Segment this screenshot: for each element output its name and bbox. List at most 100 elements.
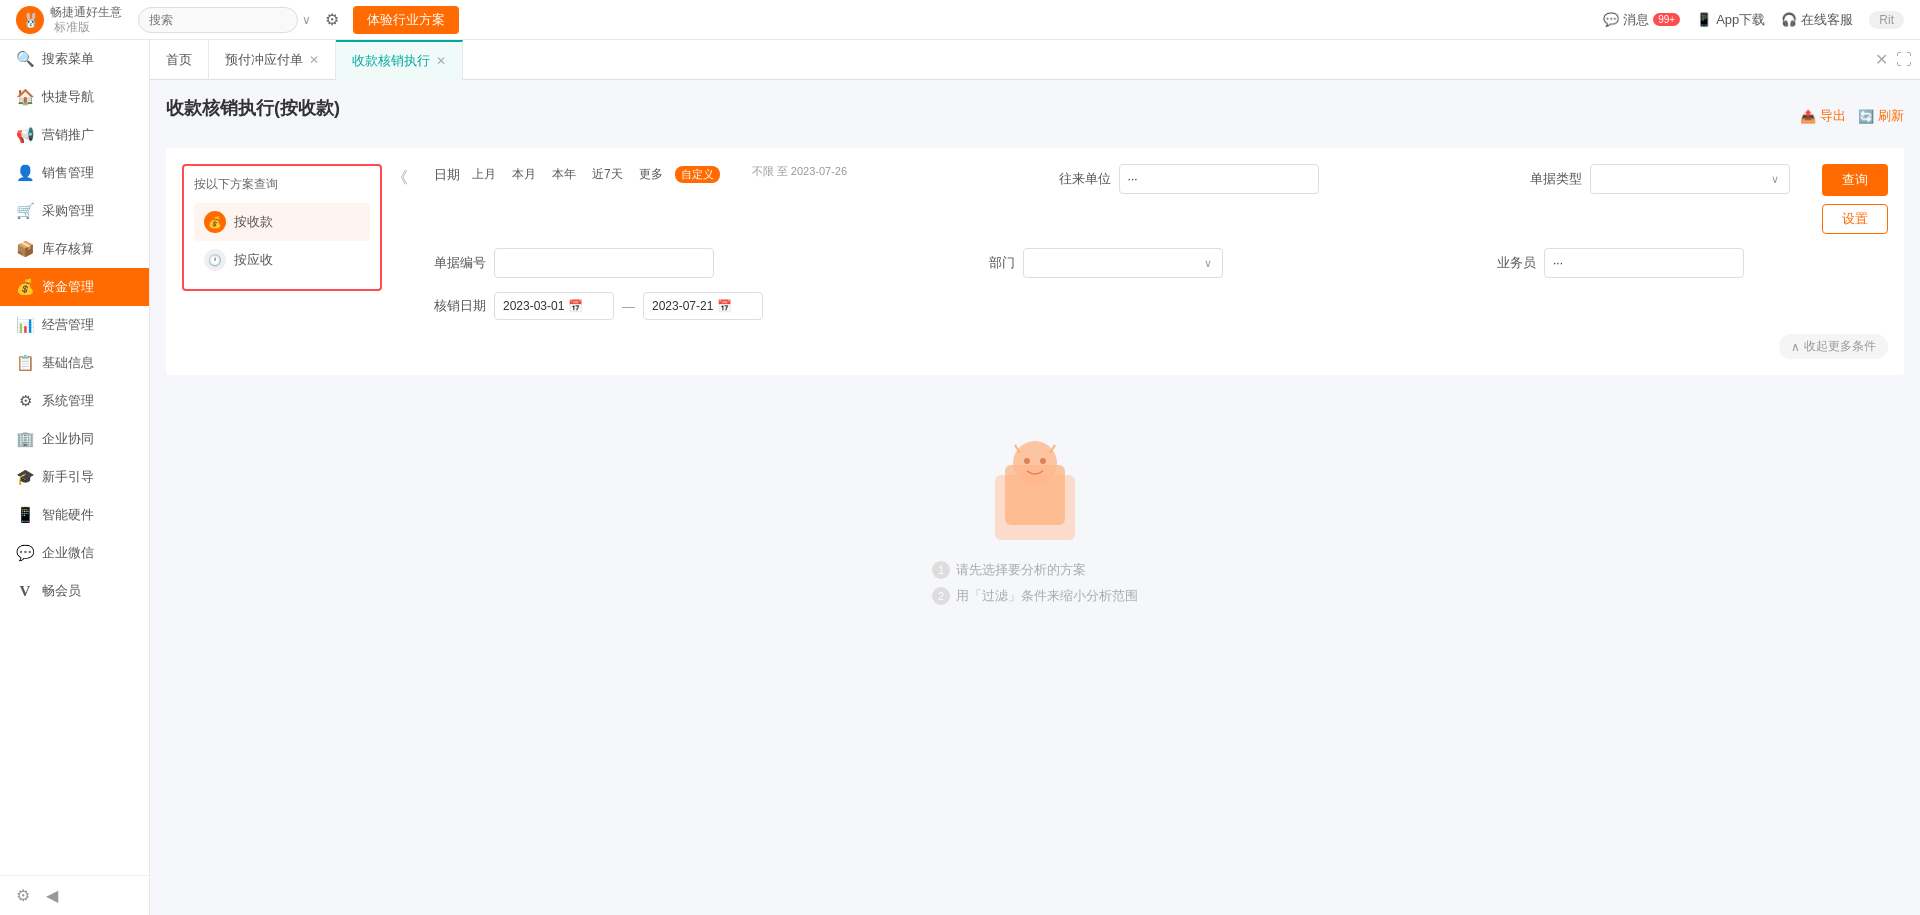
date-last-month[interactable]: 上月: [468, 164, 500, 185]
doc-num-input[interactable]: [494, 248, 714, 278]
search-area: ∨: [138, 7, 311, 33]
sidebar-label-smart-hw: 智能硬件: [42, 506, 94, 524]
sidebar-item-sales[interactable]: 👤 销售管理: [0, 154, 149, 192]
global-search-input[interactable]: [138, 7, 298, 33]
filter-actions: 查询 设置: [1814, 164, 1888, 234]
logo-icon: 🐰: [16, 6, 44, 34]
date-custom-tag[interactable]: 自定义: [675, 166, 720, 183]
sidebar-item-wechat[interactable]: 💬 企业微信: [0, 534, 149, 572]
date-this-year[interactable]: 本年: [548, 164, 580, 185]
sidebar-label-system: 系统管理: [42, 392, 94, 410]
main-layout: 🔍 搜索菜单 🏠 快捷导航 📢 营销推广 👤 销售管理 🛒 采购管理 📦 库存核…: [0, 40, 1920, 915]
by-receivable-label: 按应收: [234, 251, 273, 269]
logo-area: 🐰 畅捷通好生意 标准版: [16, 5, 122, 34]
sidebar-item-finance[interactable]: 💰 资金管理: [0, 268, 149, 306]
doc-type-label: 单据类型: [1530, 170, 1582, 188]
writeoff-start-calendar-icon: 📅: [568, 299, 583, 313]
finance-icon: 💰: [16, 278, 34, 296]
guide-icon: 🎓: [16, 468, 34, 486]
inventory-icon: 📦: [16, 240, 34, 258]
counterparty-select[interactable]: ···: [1119, 164, 1319, 194]
sidebar-label-basic-info: 基础信息: [42, 354, 94, 372]
filter-collapse-button[interactable]: 《: [390, 168, 410, 189]
tab-collection[interactable]: 收款核销执行 ✕: [336, 40, 463, 80]
service-icon: 🎧: [1781, 12, 1797, 27]
writeoff-date-start-input[interactable]: 2023-03-01 📅: [494, 292, 614, 320]
sidebar-item-marketing[interactable]: 📢 营销推广: [0, 116, 149, 154]
date-last-7[interactable]: 近7天: [588, 164, 627, 185]
tab-collection-label: 收款核销执行: [352, 52, 430, 70]
sidebar-item-inventory[interactable]: 📦 库存核算: [0, 230, 149, 268]
sidebar-item-basic-info[interactable]: 📋 基础信息: [0, 344, 149, 382]
collapse-icon: 《: [392, 168, 408, 189]
counterparty-field: 往来单位 ···: [1059, 164, 1319, 194]
tab-home[interactable]: 首页: [150, 40, 209, 80]
sidebar-item-purchase[interactable]: 🛒 采购管理: [0, 192, 149, 230]
search-chevron-icon[interactable]: ∨: [302, 13, 311, 27]
settings-icon[interactable]: ⚙: [319, 7, 345, 33]
sidebar-item-smart-hw[interactable]: 📱 智能硬件: [0, 496, 149, 534]
sidebar-item-quick-nav[interactable]: 🏠 快捷导航: [0, 78, 149, 116]
hint-num-1: 1: [932, 561, 950, 579]
sidebar-label-operations: 经营管理: [42, 316, 94, 334]
sidebar-label-inventory: 库存核算: [42, 240, 94, 258]
doc-type-select[interactable]: ∨: [1590, 164, 1790, 194]
brand-label: 标准版: [54, 20, 122, 34]
sidebar-label-wechat: 企业微信: [42, 544, 94, 562]
collapse-more-label: 收起更多条件: [1804, 338, 1876, 355]
writeoff-date-start-value: 2023-03-01: [503, 299, 564, 313]
messages-button[interactable]: 💬 消息 99+: [1603, 11, 1680, 29]
sidebar-label-marketing: 营销推广: [42, 126, 94, 144]
sidebar-item-guide[interactable]: 🎓 新手引导: [0, 458, 149, 496]
tab-expand-icon[interactable]: ⛶: [1896, 51, 1912, 69]
hint-num-2: 2: [932, 587, 950, 605]
hint-label-1: 请先选择要分析的方案: [956, 561, 1086, 579]
operations-icon: 📊: [16, 316, 34, 334]
scheme-title: 按以下方案查询: [194, 176, 370, 193]
message-icon: 💬: [1603, 12, 1619, 27]
sidebar-label-quick-nav: 快捷导航: [42, 88, 94, 106]
staff-select[interactable]: ···: [1544, 248, 1744, 278]
query-button[interactable]: 查询: [1822, 164, 1888, 196]
logo-text: 畅捷通好生意: [50, 5, 122, 19]
tab-close-all-icon[interactable]: ✕: [1875, 50, 1888, 69]
svg-point-3: [1024, 458, 1030, 464]
doc-type-field: 单据类型 ∨: [1530, 164, 1790, 194]
sidebar-item-enterprise[interactable]: 🏢 企业协同: [0, 420, 149, 458]
tab-prepay[interactable]: 预付冲应付单 ✕: [209, 40, 336, 80]
scheme-by-receivable[interactable]: 🕐 按应收: [194, 241, 370, 279]
sidebar-settings-icon[interactable]: ⚙: [16, 886, 30, 905]
writeoff-date-end-input[interactable]: 2023-07-21 📅: [643, 292, 763, 320]
by-receipt-label: 按收款: [234, 213, 273, 231]
sidebar-item-vip[interactable]: V 畅会员: [0, 572, 149, 610]
tab-collection-close-icon[interactable]: ✕: [436, 54, 446, 68]
sidebar-item-operations[interactable]: 📊 经营管理: [0, 306, 149, 344]
date-more[interactable]: 更多: [635, 164, 667, 185]
online-service-button[interactable]: 🎧 在线客服: [1781, 11, 1853, 29]
refresh-button[interactable]: 🔄 刷新: [1858, 107, 1904, 125]
by-receipt-icon: 💰: [204, 211, 226, 233]
doc-num-label: 单据编号: [434, 254, 486, 272]
scheme-selector: 按以下方案查询 💰 按收款 🕐 按应收: [182, 164, 382, 291]
enterprise-icon: 🏢: [16, 430, 34, 448]
scheme-by-receipt[interactable]: 💰 按收款: [194, 203, 370, 241]
user-menu[interactable]: Rit: [1869, 11, 1904, 29]
sidebar-collapse-icon[interactable]: ◀: [46, 886, 58, 905]
export-button[interactable]: 📤 导出: [1800, 107, 1846, 125]
collapse-more-button[interactable]: ∧ 收起更多条件: [1779, 334, 1888, 359]
tabbar: 首页 预付冲应付单 ✕ 收款核销执行 ✕ ✕ ⛶: [150, 40, 1920, 80]
refresh-icon: 🔄: [1858, 109, 1874, 124]
staff-label: 业务员: [1497, 254, 1536, 272]
page-header-actions: 📤 导出 🔄 刷新: [1800, 107, 1904, 125]
date-this-month[interactable]: 本月: [508, 164, 540, 185]
dept-select[interactable]: ∨: [1023, 248, 1223, 278]
date-hint: 不限 至 2023-07-26: [752, 164, 847, 179]
sidebar-item-search-menu[interactable]: 🔍 搜索菜单: [0, 40, 149, 78]
writeoff-date-label: 核销日期: [434, 297, 486, 315]
sidebar-item-system[interactable]: ⚙ 系统管理: [0, 382, 149, 420]
app-download-button[interactable]: 📱 App下载: [1696, 11, 1765, 29]
settings-button[interactable]: 设置: [1822, 204, 1888, 234]
tab-prepay-close-icon[interactable]: ✕: [309, 53, 319, 67]
solution-button[interactable]: 体验行业方案: [353, 6, 459, 34]
empty-state: 1 请先选择要分析的方案 2 用「过滤」条件来缩小分析范围: [166, 375, 1904, 665]
